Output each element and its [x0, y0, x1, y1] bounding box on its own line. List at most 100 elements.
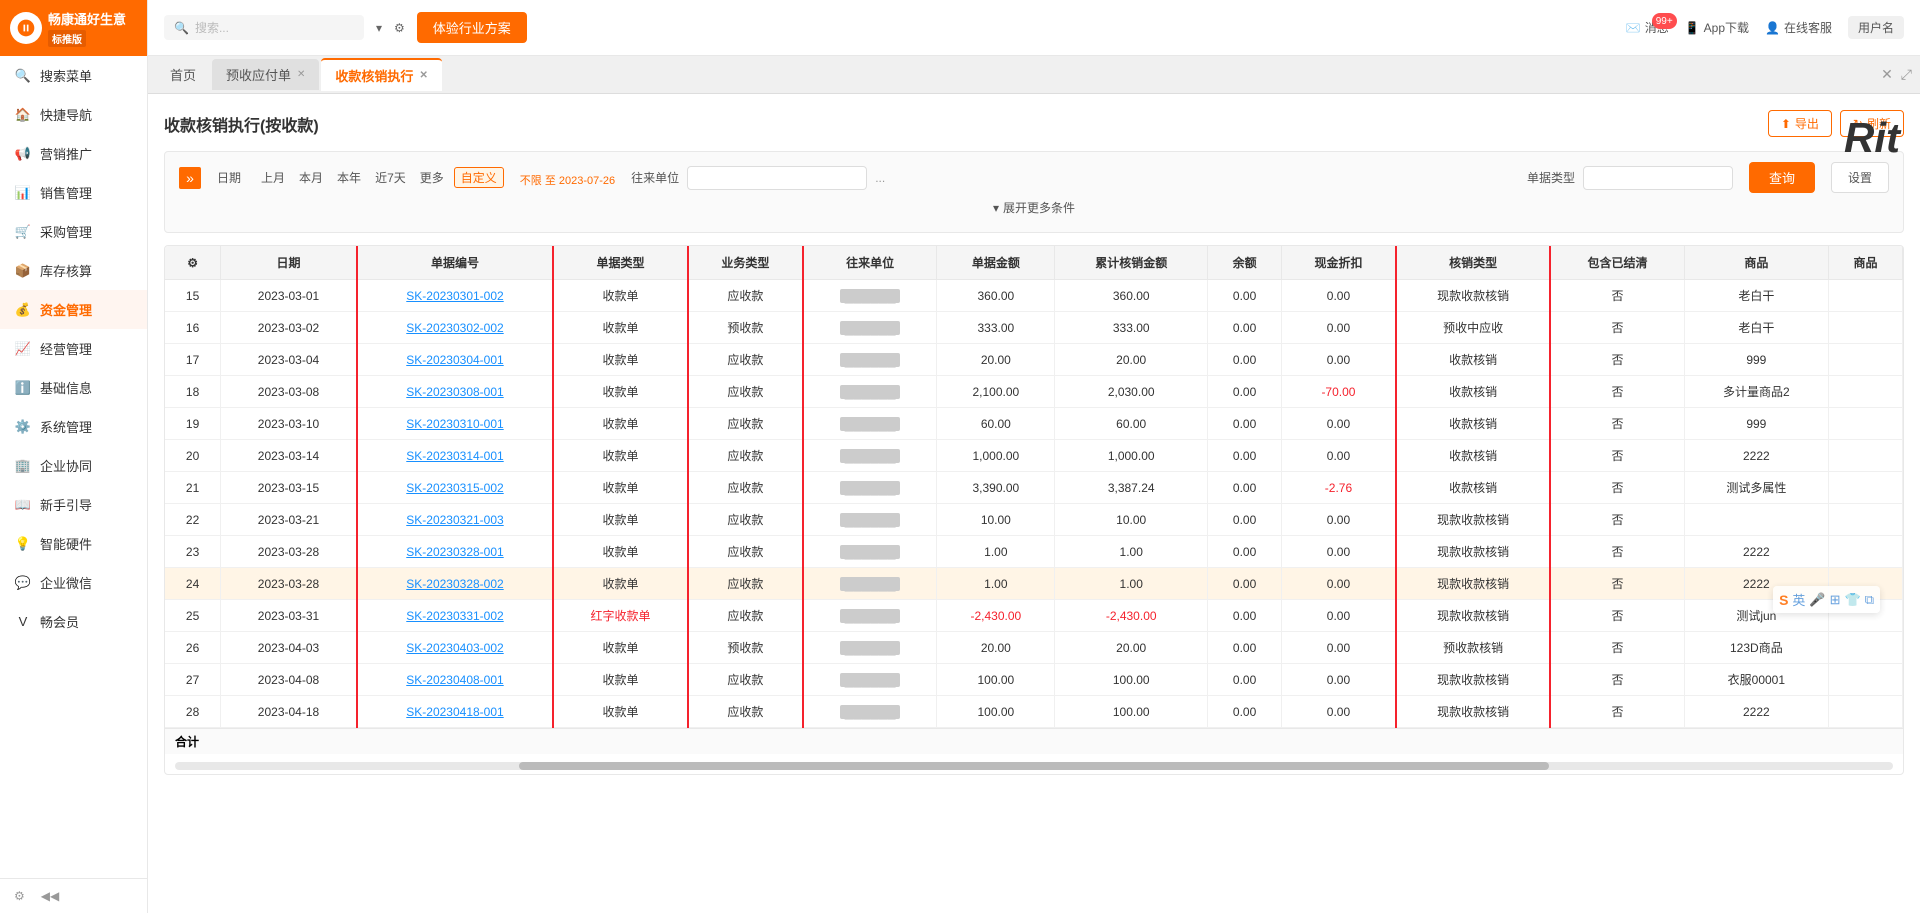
- cell-doc-no[interactable]: SK-20230328-002: [357, 568, 553, 600]
- table-row[interactable]: 152023-03-01SK-20230301-002收款单应收款██████3…: [165, 280, 1903, 312]
- topbar-app-download[interactable]: 📱 App下载: [1685, 19, 1749, 36]
- message-badge: 99+: [1652, 13, 1677, 29]
- filter-settings-button[interactable]: 设置: [1831, 162, 1889, 193]
- filter-more[interactable]: 更多: [416, 167, 448, 188]
- sidebar-item-basic[interactable]: ℹ️ 基础信息: [0, 368, 147, 407]
- col-doc-no: 单据编号: [357, 246, 553, 280]
- table-row[interactable]: 212023-03-15SK-20230315-002收款单应收款██████3…: [165, 472, 1903, 504]
- sidebar-collapse-btn[interactable]: ◀◀: [41, 889, 59, 903]
- table-row[interactable]: 172023-03-04SK-20230304-001收款单应收款██████2…: [165, 344, 1903, 376]
- total-label: 合计: [175, 735, 199, 749]
- col-cash-discount: 现金折扣: [1282, 246, 1396, 280]
- copy-icon[interactable]: ⧉: [1865, 592, 1874, 608]
- table-row[interactable]: 202023-03-14SK-20230314-001收款单应收款██████1…: [165, 440, 1903, 472]
- export-button[interactable]: ⬆ 导出: [1768, 110, 1832, 137]
- table-row[interactable]: 272023-04-08SK-20230408-001收款单应收款██████1…: [165, 664, 1903, 696]
- col-balance: 余额: [1208, 246, 1282, 280]
- cell-doc-no[interactable]: SK-20230310-001: [357, 408, 553, 440]
- sidebar-item-inventory[interactable]: 📦 库存核算: [0, 251, 147, 290]
- floating-toolbar[interactable]: S 英 🎤 ⊞ 👕 ⧉: [1773, 586, 1880, 613]
- tab-home[interactable]: 首页: [156, 59, 210, 90]
- cell-doc-no[interactable]: SK-20230304-001: [357, 344, 553, 376]
- filter-custom[interactable]: 自定义: [454, 167, 504, 188]
- sidebar-item-wechat[interactable]: 💬 企业微信: [0, 563, 147, 602]
- cell-doc-no[interactable]: SK-20230314-001: [357, 440, 553, 472]
- table-row[interactable]: 262023-04-03SK-20230403-002收款单预收款██████2…: [165, 632, 1903, 664]
- sidebar-item-system[interactable]: ⚙️ 系统管理: [0, 407, 147, 446]
- filter-expand-button[interactable]: »: [179, 167, 201, 189]
- topbar-dropdown[interactable]: ▾: [376, 21, 382, 35]
- filter-this-month[interactable]: 本月: [295, 167, 327, 188]
- sidebar-menu: 🔍 搜索菜单 🏠 快捷导航 📢 营销推广 📊 销售管理 🛒 采购管理 📦 库存核…: [0, 56, 147, 878]
- tab-prepay-close[interactable]: ✕: [297, 69, 305, 80]
- cell-doc-no[interactable]: SK-20230403-002: [357, 632, 553, 664]
- scrollbar-area[interactable]: [165, 754, 1903, 774]
- cell-amount: 10.00: [937, 504, 1055, 536]
- topbar-message[interactable]: ✉️ 消息 99+: [1626, 19, 1669, 36]
- col-biz-type: 业务类型: [688, 246, 803, 280]
- table-row[interactable]: 162023-03-02SK-20230302-002收款单预收款██████3…: [165, 312, 1903, 344]
- cell-doc-no[interactable]: SK-20230308-001: [357, 376, 553, 408]
- expand-more-btn[interactable]: ▾ 展开更多条件: [179, 193, 1889, 222]
- cell-doc-no[interactable]: SK-20230418-001: [357, 696, 553, 728]
- topbar-settings-icon[interactable]: ⚙: [394, 21, 405, 35]
- cell-include-settled: 否: [1550, 600, 1684, 632]
- filter-this-year[interactable]: 本年: [333, 167, 365, 188]
- tabbar-close-btn[interactable]: ✕: [1881, 66, 1893, 83]
- shirt-icon[interactable]: 👕: [1845, 592, 1861, 608]
- col-unit: 往来单位: [803, 246, 937, 280]
- sidebar-item-finance[interactable]: 💰 资金管理: [0, 290, 147, 329]
- table-row[interactable]: 182023-03-08SK-20230308-001收款单应收款██████2…: [165, 376, 1903, 408]
- sidebar-item-guide[interactable]: 📖 新手引导: [0, 485, 147, 524]
- cell-product: 999: [1684, 344, 1828, 376]
- cell-doc-no[interactable]: SK-20230328-001: [357, 536, 553, 568]
- cell-doc-no[interactable]: SK-20230331-002: [357, 600, 553, 632]
- topbar-search[interactable]: 🔍 搜索...: [164, 15, 364, 40]
- table-row[interactable]: 242023-03-28SK-20230328-002收款单应收款██████1…: [165, 568, 1903, 600]
- sidebar-item-enterprise[interactable]: 🏢 企业协同: [0, 446, 147, 485]
- tab-prepay-list[interactable]: 预收应付单 ✕: [212, 59, 319, 90]
- filter-unit-input[interactable]: [687, 166, 867, 190]
- table-row[interactable]: 222023-03-21SK-20230321-003收款单应收款██████1…: [165, 504, 1903, 536]
- table-row[interactable]: 232023-03-28SK-20230328-001收款单应收款██████1…: [165, 536, 1903, 568]
- cell-doc-no[interactable]: SK-20230302-002: [357, 312, 553, 344]
- topbar-user[interactable]: 用户名: [1848, 16, 1904, 39]
- sidebar-item-member[interactable]: V 畅会员: [0, 602, 147, 641]
- cell-doc-no[interactable]: SK-20230321-003: [357, 504, 553, 536]
- mic-icon[interactable]: 🎤: [1809, 592, 1825, 608]
- sidebar-item-sales[interactable]: 📊 销售管理: [0, 173, 147, 212]
- grid-icon[interactable]: ⊞: [1830, 592, 1841, 608]
- sidebar-settings-btn[interactable]: ⚙: [14, 889, 25, 903]
- table-row[interactable]: 252023-03-31SK-20230331-002红字收款单应收款█████…: [165, 600, 1903, 632]
- cell-biz-type: 预收款: [688, 312, 803, 344]
- cell-seq: 22: [165, 504, 221, 536]
- cell-product: 多计量商品2: [1684, 376, 1828, 408]
- filter-type-select[interactable]: [1583, 166, 1733, 190]
- finance-icon: 💰: [14, 301, 32, 319]
- sidebar-item-operations[interactable]: 📈 经营管理: [0, 329, 147, 368]
- query-button[interactable]: 查询: [1749, 162, 1815, 193]
- sidebar-item-marketing[interactable]: 📢 营销推广: [0, 134, 147, 173]
- cell-cash-discount: 0.00: [1282, 632, 1396, 664]
- service-icon: 👤: [1765, 21, 1780, 35]
- filter-last-7-days[interactable]: 近7天: [371, 167, 410, 188]
- cell-doc-no[interactable]: SK-20230408-001: [357, 664, 553, 696]
- topbar-online-service[interactable]: 👤 在线客服: [1765, 19, 1832, 36]
- cell-unit: ██████: [803, 312, 937, 344]
- tabbar-expand-btn[interactable]: ⤢: [1901, 66, 1912, 83]
- filter-last-month[interactable]: 上月: [257, 167, 289, 188]
- cell-doc-no[interactable]: SK-20230301-002: [357, 280, 553, 312]
- solution-button[interactable]: 体验行业方案: [417, 12, 527, 43]
- table-row[interactable]: 282023-04-18SK-20230418-001收款单应收款██████1…: [165, 696, 1903, 728]
- sidebar-item-hardware[interactable]: 💡 智能硬件: [0, 524, 147, 563]
- table-row[interactable]: 192023-03-10SK-20230310-001收款单应收款██████6…: [165, 408, 1903, 440]
- cell-doc-no[interactable]: SK-20230315-002: [357, 472, 553, 504]
- sidebar-item-purchase[interactable]: 🛒 采购管理: [0, 212, 147, 251]
- cell-product2: [1828, 504, 1902, 536]
- english-icon[interactable]: 英: [1792, 590, 1805, 609]
- sidebar-item-quick-nav[interactable]: 🏠 快捷导航: [0, 95, 147, 134]
- tab-receipt-cancel[interactable]: 收款核销执行 ✕: [321, 58, 441, 91]
- sidebar-item-search-menu[interactable]: 🔍 搜索菜单: [0, 56, 147, 95]
- cell-cancel-type: 现款收款核销: [1396, 536, 1551, 568]
- tab-receipt-close[interactable]: ✕: [419, 70, 427, 81]
